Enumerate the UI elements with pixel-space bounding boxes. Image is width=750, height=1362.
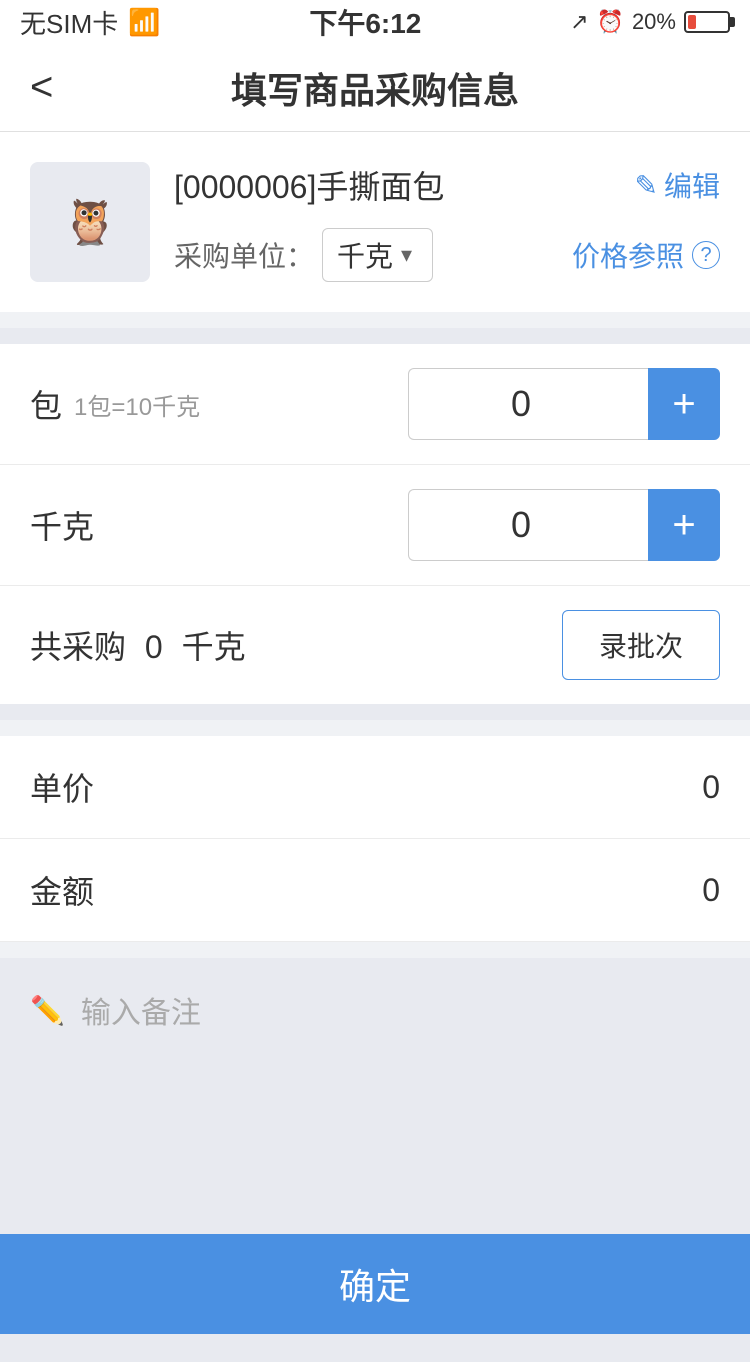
product-card: 🦉 [0000006]手撕面包 ✎ 编辑 采购单位： 千克 ▾ 价格参照 ?	[0, 132, 750, 312]
unit-dropdown[interactable]: 千克 ▾	[322, 228, 433, 282]
unit-label: 采购单位：	[174, 235, 314, 275]
battery-fill	[688, 15, 696, 29]
kg-label: 千克	[30, 502, 94, 548]
kg-input-row: 千克 +	[0, 465, 750, 586]
price-section: 单价 0 金额 0	[0, 736, 750, 942]
product-name: [0000006]手撕面包	[174, 162, 444, 208]
chevron-down-icon: ▾	[401, 242, 412, 268]
price-ref-label: 价格参照	[572, 235, 684, 275]
product-image: 🦉	[30, 162, 150, 282]
total-row: 共采购 0 千克 录批次	[0, 586, 750, 704]
bag-quantity-input[interactable]	[408, 368, 648, 440]
kg-quantity-input[interactable]	[408, 489, 648, 561]
edit-label: 编辑	[664, 165, 720, 205]
bag-label: 包	[30, 381, 62, 427]
battery-percent: 20%	[632, 9, 676, 35]
edit-icon: ✎	[635, 169, 658, 202]
amount-label: 金额	[30, 867, 94, 913]
input-section: 包 1包=10千克 + 千克 +	[0, 344, 750, 586]
confirm-button[interactable]: 确定	[0, 1234, 750, 1334]
bag-input-right: +	[408, 368, 720, 440]
divider-1	[0, 328, 750, 344]
info-icon: ?	[692, 241, 720, 269]
pencil-icon: ✏️	[30, 994, 65, 1027]
bag-sublabel: 1包=10千克	[74, 387, 200, 422]
total-label: 共采购	[30, 629, 126, 665]
unit-selector[interactable]: 采购单位： 千克 ▾	[174, 228, 433, 282]
bag-input-row: 包 1包=10千克 +	[0, 344, 750, 465]
bag-plus-button[interactable]: +	[648, 368, 720, 440]
product-logo: 🦉	[63, 196, 118, 248]
divider-2	[0, 704, 750, 720]
batch-button[interactable]: 录批次	[562, 610, 720, 680]
unit-price-row: 单价 0	[0, 736, 750, 839]
remark-section[interactable]: ✏️ 输入备注	[0, 958, 750, 1062]
back-button[interactable]: <	[30, 65, 53, 110]
amount-value: 0	[702, 872, 720, 909]
amount-row: 金额 0	[0, 839, 750, 942]
product-info: [0000006]手撕面包 ✎ 编辑 采购单位： 千克 ▾ 价格参照 ?	[174, 162, 720, 282]
unit-price-value: 0	[702, 769, 720, 806]
status-time: 下午6:12	[309, 2, 421, 42]
status-bar: 无SIM卡 📶 下午6:12 ↗ ⏰ 20%	[0, 0, 750, 44]
wifi-icon: 📶	[128, 7, 160, 38]
battery-icon	[684, 11, 730, 33]
kg-input-right: +	[408, 489, 720, 561]
alarm-icon: ⏰	[597, 9, 624, 35]
nav-bar: < 填写商品采购信息	[0, 44, 750, 132]
page-title: 填写商品采购信息	[231, 62, 519, 114]
total-text: 共采购 0 千克	[30, 622, 246, 668]
status-left: 无SIM卡 📶	[20, 4, 161, 41]
kg-plus-button[interactable]: +	[648, 489, 720, 561]
status-right: ↗ ⏰ 20%	[570, 9, 730, 35]
total-value: 0	[145, 629, 163, 665]
carrier-label: 无SIM卡	[20, 4, 118, 41]
edit-button[interactable]: ✎ 编辑	[635, 165, 720, 205]
total-unit: 千克	[182, 629, 246, 665]
unit-price-label: 单价	[30, 764, 94, 810]
price-ref-button[interactable]: 价格参照 ?	[572, 235, 720, 275]
location-icon: ↗	[570, 9, 588, 35]
unit-value: 千克	[337, 235, 393, 275]
product-unit-row: 采购单位： 千克 ▾ 价格参照 ?	[174, 228, 720, 282]
product-header: [0000006]手撕面包 ✎ 编辑	[174, 162, 720, 208]
remark-placeholder: 输入备注	[81, 988, 201, 1032]
